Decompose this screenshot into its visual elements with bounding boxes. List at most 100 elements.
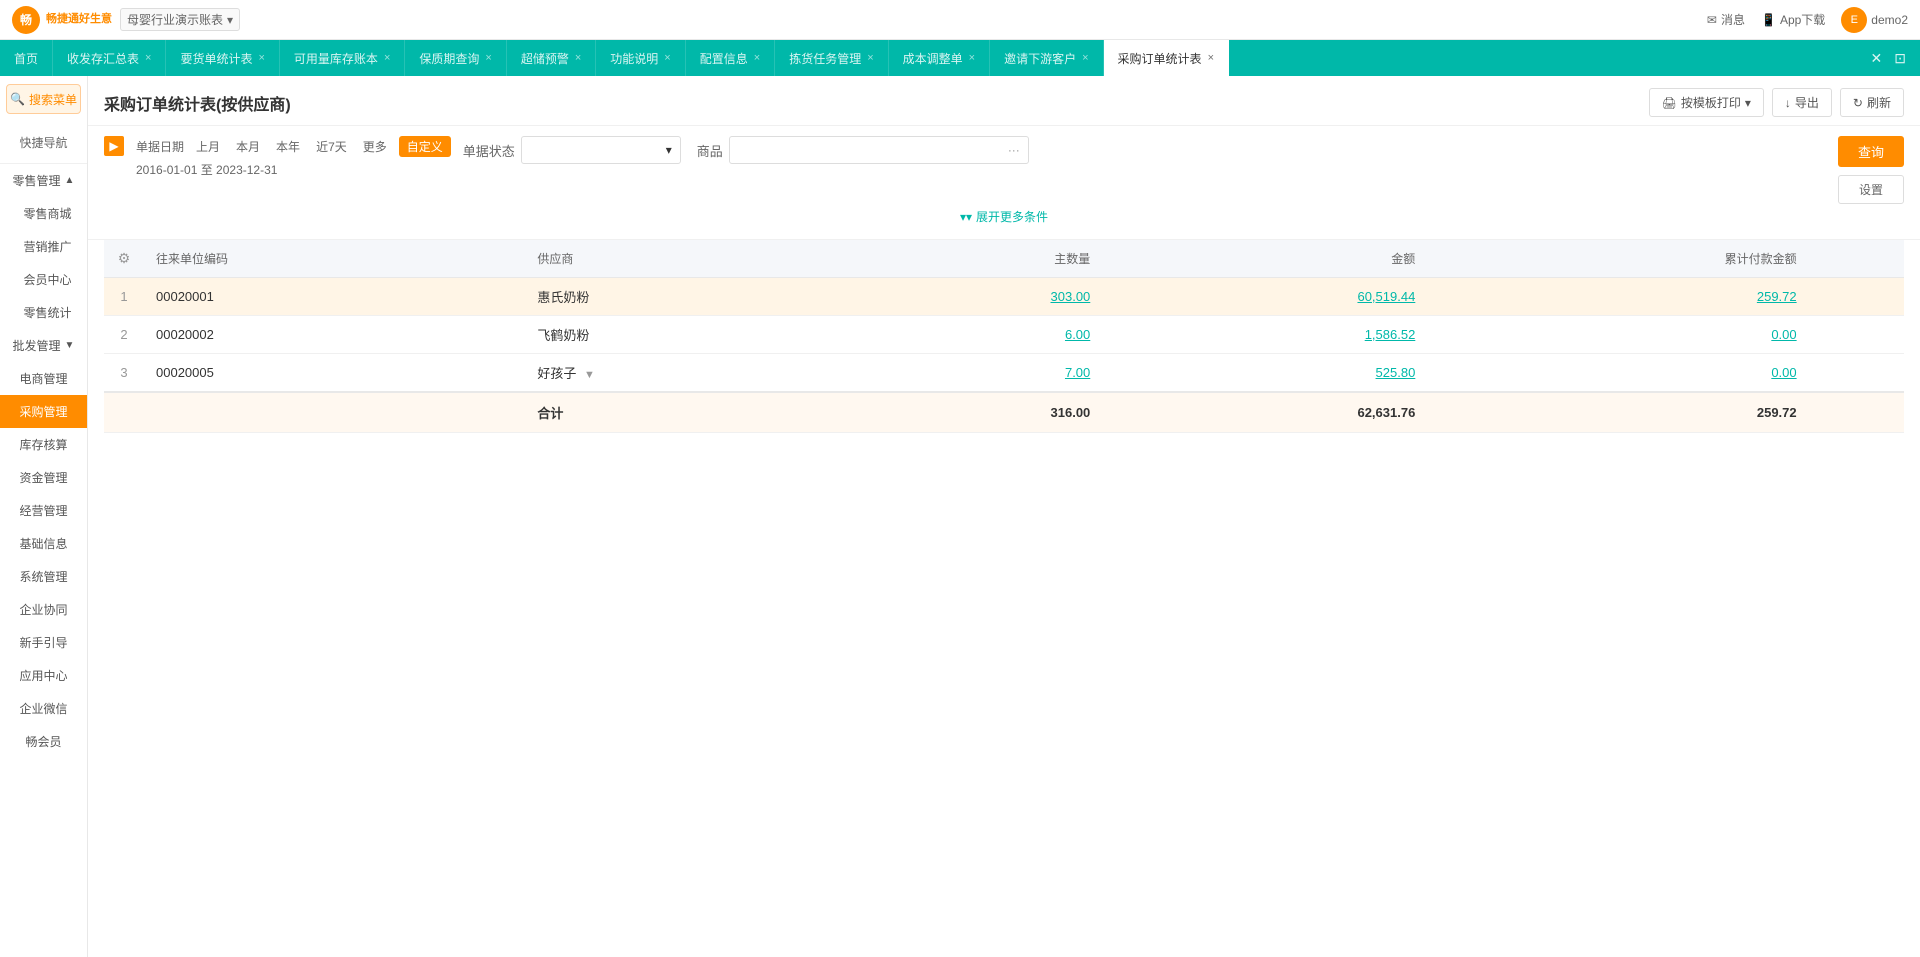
tab-expiry[interactable]: 保质期查询 × — [405, 40, 506, 76]
top-bar-left: 畅 畅捷通好生意 母婴行业演示账表 ▾ — [12, 6, 240, 34]
tab-invite-customer[interactable]: 邀请下游客户 × — [990, 40, 1103, 76]
shortcut-7days[interactable]: 近7天 — [310, 136, 353, 157]
sidebar-item-system[interactable]: 系统管理 — [0, 560, 87, 593]
tab-purchase-stats[interactable]: 采购订单统计表 × — [1104, 40, 1229, 76]
search-menu-button[interactable]: 🔍 搜索菜单 — [6, 84, 81, 114]
close-icon[interactable]: × — [258, 52, 264, 64]
goods-filter: 商品 ··· — [697, 136, 1826, 164]
chevron-icon: ▲ — [65, 175, 75, 186]
status-select[interactable]: ▾ — [521, 136, 681, 164]
sidebar-item-ecommerce[interactable]: 电商管理 — [0, 362, 87, 395]
sidebar-item-collab[interactable]: 企业协同 — [0, 593, 87, 626]
table-row[interactable]: 1 00020001 惠氏奶粉 303.00 60,519.44 259.72 — [104, 278, 1904, 316]
sidebar-item-wechat[interactable]: 企业微信 — [0, 692, 87, 725]
tab-overstock-label: 超储预警 — [521, 50, 569, 67]
shortcut-this-month[interactable]: 本月 — [230, 136, 266, 157]
data-table: ⚙ 往来单位编码 供应商 主数量 — [104, 240, 1904, 433]
row-paid: 0.00 — [1427, 354, 1808, 393]
row-supplier[interactable]: 飞鹤奶粉 — [525, 316, 849, 354]
sidebar-item-retail-mgmt[interactable]: 零售管理 ▲ — [0, 164, 87, 197]
tab-home[interactable]: 首页 — [0, 40, 53, 76]
close-icon[interactable]: × — [384, 52, 390, 64]
sidebar-item-member-label: 会员中心 — [23, 271, 71, 288]
sidebar-item-retail-stats[interactable]: 零售统计 — [0, 296, 87, 329]
sidebar-item-purchase[interactable]: 采购管理 — [0, 395, 87, 428]
sidebar-item-retail-mall[interactable]: 零售商城 — [0, 197, 87, 230]
sidebar-item-base-info[interactable]: 基础信息 — [0, 527, 87, 560]
close-icon[interactable]: × — [485, 52, 491, 64]
tab-config[interactable]: 配置信息 × — [686, 40, 775, 76]
sidebar-item-marketing[interactable]: 营销推广 — [0, 230, 87, 263]
tab-function-desc[interactable]: 功能说明 × — [596, 40, 685, 76]
tab-home-label: 首页 — [14, 50, 38, 67]
footer-paid: 259.72 — [1757, 405, 1797, 420]
export-button[interactable]: ↓ 导出 — [1772, 88, 1832, 117]
message-button[interactable]: ✉ 消息 — [1707, 11, 1745, 28]
settings-button[interactable]: 设置 — [1838, 175, 1904, 204]
tab-order-stats[interactable]: 要货单统计表 × — [166, 40, 279, 76]
tab-actions: ✕ ⊡ — [1865, 50, 1920, 67]
user-area[interactable]: E demo2 — [1841, 7, 1908, 33]
sidebar-item-ecommerce-label: 电商管理 — [19, 370, 67, 387]
workspace-selector[interactable]: 母婴行业演示账表 ▾ — [120, 8, 240, 31]
sidebar-item-app-center[interactable]: 应用中心 — [0, 659, 87, 692]
sidebar-item-wholesale[interactable]: 批发管理 ▼ — [0, 329, 87, 362]
shortcut-last-month[interactable]: 上月 — [190, 136, 226, 157]
close-icon[interactable]: × — [145, 52, 151, 64]
goods-more-icon[interactable]: ··· — [1008, 143, 1020, 157]
print-button[interactable]: 🖨 按模板打印 ▾ — [1649, 88, 1764, 117]
page-header: 采购订单统计表(按供应商) 🖨 按模板打印 ▾ ↓ 导出 ↻ 刷新 — [88, 76, 1920, 126]
nav-tabs: 首页 收发存汇总表 × 要货单统计表 × 可用量库存账本 × 保质期查询 × 超… — [0, 40, 1920, 76]
settings-label: 设置 — [1859, 183, 1883, 197]
close-icon[interactable]: × — [1082, 52, 1088, 64]
sidebar-item-base-info-label: 基础信息 — [19, 535, 67, 552]
col-qty-label: 主数量 — [1054, 252, 1090, 266]
sidebar-item-membership[interactable]: 畅会员 — [0, 725, 87, 758]
quick-nav-button[interactable]: 快捷导航 — [6, 128, 81, 157]
sidebar-item-newbie[interactable]: 新手引导 — [0, 626, 87, 659]
expand-row-icon: ▼ — [584, 369, 595, 381]
row-supplier[interactable]: 惠氏奶粉 — [525, 278, 849, 316]
tab-expand-icon[interactable]: ⊡ — [1888, 50, 1912, 67]
goods-filter-label: 商品 — [697, 141, 723, 160]
col-amount-header: 金额 — [1102, 240, 1427, 278]
footer-label-col — [144, 392, 525, 433]
tab-available-stock[interactable]: 可用量库存账本 × — [280, 40, 405, 76]
sidebar-item-member[interactable]: 会员中心 — [0, 263, 87, 296]
row-num: 3 — [104, 354, 144, 393]
close-icon[interactable]: × — [754, 52, 760, 64]
table-settings-icon[interactable]: ⚙ — [118, 250, 131, 266]
close-icon[interactable]: × — [1208, 52, 1214, 64]
close-icon[interactable]: × — [575, 52, 581, 64]
query-label: 查询 — [1858, 145, 1884, 160]
content-area: 采购订单统计表(按供应商) 🖨 按模板打印 ▾ ↓ 导出 ↻ 刷新 — [88, 76, 1920, 957]
tab-pick-task[interactable]: 拣货任务管理 × — [775, 40, 888, 76]
tab-receive-send[interactable]: 收发存汇总表 × — [53, 40, 166, 76]
table-container: ⚙ 往来单位编码 供应商 主数量 — [88, 240, 1920, 449]
row-extra — [1809, 316, 1904, 354]
sidebar-item-finance[interactable]: 资金管理 — [0, 461, 87, 494]
goods-input[interactable]: ··· — [729, 136, 1029, 164]
tab-cost-adjust[interactable]: 成本调整单 × — [889, 40, 990, 76]
message-icon: ✉ — [1707, 13, 1717, 27]
tab-close-all-icon[interactable]: ✕ — [1865, 50, 1889, 67]
tab-overstock[interactable]: 超储预警 × — [507, 40, 596, 76]
refresh-button[interactable]: ↻ 刷新 — [1840, 88, 1904, 117]
close-icon[interactable]: × — [867, 52, 873, 64]
collapse-toggle-button[interactable]: ▶ — [104, 136, 124, 156]
query-button[interactable]: 查询 — [1838, 136, 1904, 167]
shortcut-this-year[interactable]: 本年 — [270, 136, 306, 157]
expand-more-button[interactable]: ▾▾ 展开更多条件 — [960, 208, 1048, 225]
table-row[interactable]: 2 00020002 飞鹤奶粉 6.00 1,586.52 0.00 — [104, 316, 1904, 354]
close-icon[interactable]: × — [664, 52, 670, 64]
row-supplier[interactable]: 好孩子 ▼ — [525, 354, 849, 393]
app-download-button[interactable]: 📱 App下载 — [1761, 11, 1825, 28]
export-label: 导出 — [1795, 94, 1819, 111]
custom-date-tag[interactable]: 自定义 — [399, 136, 451, 157]
logo-icon: 畅 — [12, 6, 40, 34]
close-icon[interactable]: × — [969, 52, 975, 64]
sidebar-item-operations[interactable]: 经营管理 — [0, 494, 87, 527]
table-row[interactable]: 3 00020005 好孩子 ▼ 7.00 525.80 0.00 — [104, 354, 1904, 393]
sidebar-item-inventory[interactable]: 库存核算 — [0, 428, 87, 461]
shortcut-more[interactable]: 更多 — [357, 136, 393, 157]
